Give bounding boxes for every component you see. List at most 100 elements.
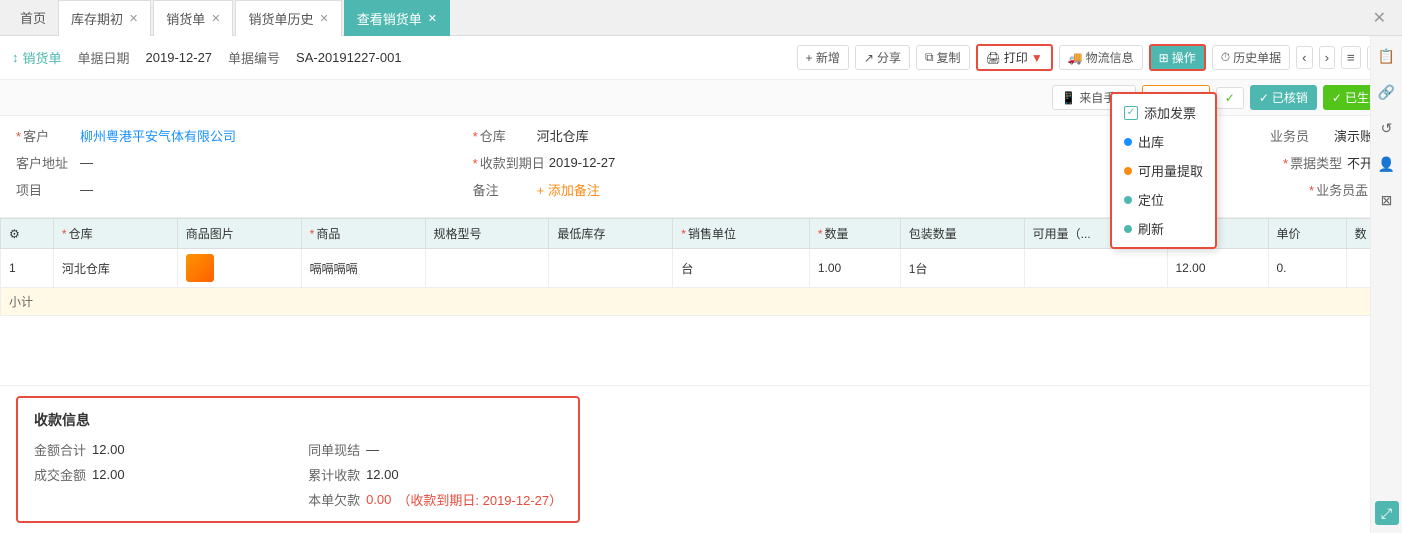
dropdown-item-available-qty[interactable]: 可用量提取 <box>1112 156 1215 185</box>
sidebar-icon-user[interactable]: 👤 <box>1375 152 1399 176</box>
share-icon: ↗ <box>864 51 874 65</box>
dropdown-item-outbound[interactable]: 出库 <box>1112 127 1215 156</box>
tab-bar-close-button[interactable]: ✕ <box>1365 8 1394 28</box>
available-qty-dot-icon <box>1124 167 1132 175</box>
check-icon: ✓ <box>1225 91 1235 105</box>
same-order-row: 同单现结 — <box>308 440 562 459</box>
history-button[interactable]: ⏱ 历史单据 <box>1212 45 1290 70</box>
outbound-label: 出库 <box>1138 132 1164 151</box>
row-product-name: 嗝嗝嗝嗝 <box>301 249 425 288</box>
tab-close-inventory[interactable]: ✕ <box>129 12 138 25</box>
nav-prev-button[interactable]: ‹ <box>1296 46 1312 69</box>
view-list-button[interactable]: ≡ <box>1341 46 1361 69</box>
tab-close-view[interactable]: ✕ <box>428 12 437 25</box>
project-label: 项目 <box>16 180 76 199</box>
operations-dropdown: ✓ 添加发票 出库 可用量提取 定位 刷新 <box>1110 92 1217 249</box>
add-invoice-checkbox-icon: ✓ <box>1124 106 1138 120</box>
amount-value: 12.00 <box>92 442 125 457</box>
same-order-value: — <box>366 442 379 457</box>
address-value: — <box>80 155 93 170</box>
transaction-value: 12.00 <box>92 467 125 482</box>
amount-row: 金额合计 12.00 <box>34 440 288 459</box>
balance-value: 0.00 <box>366 492 391 507</box>
row-unit-price: 0. <box>1268 249 1346 288</box>
sidebar-icon-grid[interactable]: ⊠ <box>1375 188 1399 212</box>
tab-view-sales[interactable]: 查看销货单 ✕ <box>344 0 450 36</box>
due-date-value: 2019-12-27 <box>549 155 616 170</box>
print-dropdown-icon: ▼ <box>1031 51 1043 65</box>
salesperson-label: 业务员 <box>1270 126 1330 145</box>
table-row: 1 河北仓库 嗝嗝嗝嗝 台 1.00 1台 12.00 0. <box>1 249 1402 288</box>
date-value: 2019-12-27 <box>146 50 213 65</box>
project-field: 项目 — <box>16 180 473 199</box>
tab-sales-order[interactable]: 销货单 ✕ <box>153 0 233 36</box>
salesperson2-label: 业务员盂 <box>1309 180 1369 199</box>
row-available <box>1024 249 1167 288</box>
row-product-image <box>177 249 301 288</box>
add-invoice-label: 添加发票 <box>1144 103 1196 122</box>
sidebar-icon-link[interactable]: 🔗 <box>1375 80 1399 104</box>
effective-icon: ✓ <box>1332 91 1342 105</box>
row-quantity: 1.00 <box>809 249 900 288</box>
tab-close-history[interactable]: ✕ <box>320 12 329 25</box>
tab-sales-history[interactable]: 销货单历史 ✕ <box>235 0 341 36</box>
tab-inventory-init[interactable]: 库存期初 ✕ <box>58 0 151 36</box>
copy-button[interactable]: ⧉ 复制 <box>916 45 970 70</box>
sidebar-icon-expand[interactable]: ⤢ <box>1375 501 1399 525</box>
payment-info-section: 收款信息 金额合计 12.00 同单现结 — 成交金额 12.00 <box>0 385 1402 533</box>
th-settings[interactable]: ⚙ <box>1 219 54 249</box>
balance-row: 本单欠款 0.00 （收款到期日: 2019-12-27） <box>308 490 562 509</box>
tab-home[interactable]: 首页 <box>8 0 58 36</box>
logistics-button[interactable]: 🚚 物流信息 <box>1059 45 1143 70</box>
number-value: SA-20191227-001 <box>296 50 402 65</box>
payment-info-title: 收款信息 <box>34 410 562 430</box>
right-sidebar: 📋 🔗 ↺ 👤 ⊠ ⤢ <box>1370 36 1402 533</box>
th-product-image: 商品图片 <box>177 219 301 249</box>
row-current-stock: 12.00 <box>1167 249 1268 288</box>
warehouse-value: 河北仓库 <box>537 126 589 145</box>
address-label: 客户地址 <box>16 153 76 172</box>
due-date-note: （收款到期日: 2019-12-27） <box>397 490 562 509</box>
cumulative-row: 累计收款 12.00 <box>308 465 562 484</box>
customer-value[interactable]: 柳州粤港平安气体有限公司 <box>80 126 236 145</box>
locate-label: 定位 <box>1138 190 1164 209</box>
row-unit: 台 <box>673 249 810 288</box>
customer-label: 客户 <box>16 126 76 145</box>
new-button[interactable]: + 新增 <box>797 45 849 70</box>
share-button[interactable]: ↗ 分享 <box>855 45 910 70</box>
print-button[interactable]: 🖨 打印 ▼ <box>976 44 1053 71</box>
doc-header: ↕ 销货单 单据日期 2019-12-27 单据编号 SA-20191227-0… <box>0 36 1402 80</box>
ticket-type-label: 票据类型 <box>1283 153 1343 172</box>
history-icon: ⏱ <box>1221 50 1230 65</box>
doc-meta: 单据日期 2019-12-27 单据编号 SA-20191227-001 <box>78 48 797 67</box>
settings-icon: ⚙ <box>9 227 20 241</box>
tab-close-sales[interactable]: ✕ <box>211 12 220 25</box>
sold-button[interactable]: ✓ 已核销 <box>1250 85 1317 110</box>
sidebar-icon-clipboard[interactable]: 📋 <box>1375 44 1399 68</box>
grid-icon: ⊞ <box>1159 51 1169 65</box>
th-product: 商品 <box>301 219 425 249</box>
check-button[interactable]: ✓ <box>1216 87 1244 109</box>
customer-field: 客户 柳州粤港平安气体有限公司 <box>16 126 473 145</box>
operations-button[interactable]: ⊞ 操作 <box>1149 44 1206 71</box>
sidebar-icon-refresh[interactable]: ↺ <box>1375 116 1399 140</box>
subtotal-row: 小计 <box>1 288 1402 316</box>
sold-icon: ✓ <box>1259 91 1269 105</box>
truck-icon: 🚚 <box>1068 51 1083 65</box>
available-qty-label: 可用量提取 <box>1138 161 1203 180</box>
dropdown-item-refresh[interactable]: 刷新 <box>1112 214 1215 243</box>
dropdown-item-add-invoice[interactable]: ✓ 添加发票 <box>1112 98 1215 127</box>
nav-next-button[interactable]: › <box>1319 46 1335 69</box>
tab-bar: 首页 库存期初 ✕ 销货单 ✕ 销货单历史 ✕ 查看销货单 ✕ ✕ <box>0 0 1402 36</box>
dropdown-item-locate[interactable]: 定位 <box>1112 185 1215 214</box>
balance-label: 本单欠款 <box>308 490 360 509</box>
transaction-label: 成交金额 <box>34 465 86 484</box>
th-unit-price: 单价 <box>1268 219 1346 249</box>
print-icon: 🖨 <box>986 51 1001 65</box>
add-note-button[interactable]: + 添加备注 <box>537 180 600 199</box>
transaction-row: 成交金额 12.00 <box>34 465 288 484</box>
copy-icon: ⧉ <box>925 50 934 65</box>
product-thumbnail <box>186 254 214 282</box>
th-warehouse: 仓库 <box>53 219 177 249</box>
payment-info-grid: 金额合计 12.00 同单现结 — 成交金额 12.00 累计收款 12.00 <box>34 440 562 509</box>
